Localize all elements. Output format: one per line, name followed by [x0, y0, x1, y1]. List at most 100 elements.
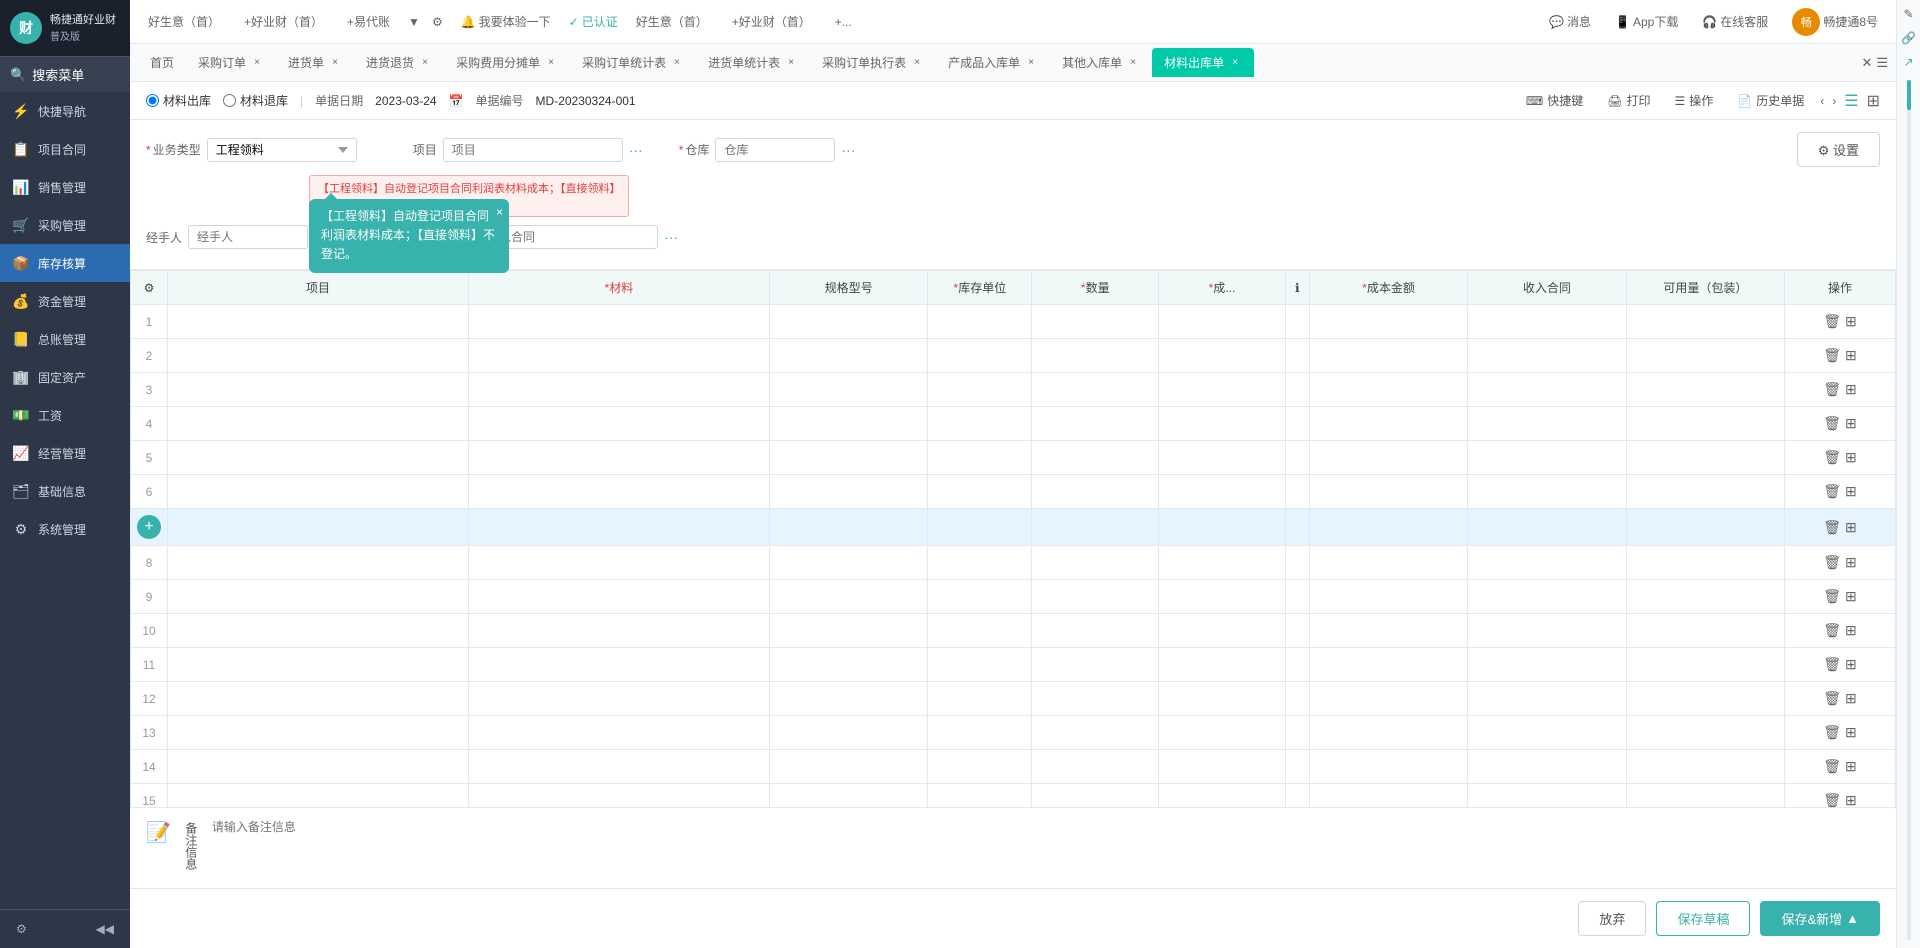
row-11-material[interactable]	[468, 648, 769, 682]
row-7-material[interactable]	[468, 509, 769, 546]
tab-close-all-btn[interactable]: ✕	[1861, 55, 1872, 71]
row-9-contract[interactable]	[1468, 580, 1626, 614]
save-new-dropdown-icon[interactable]: ▲	[1846, 911, 1859, 926]
row-6-material[interactable]	[468, 475, 769, 509]
row-12-spec[interactable]	[769, 682, 927, 716]
row-5-spec[interactable]	[769, 441, 927, 475]
row-13-avail[interactable]	[1626, 716, 1784, 750]
tab-purchase-expense[interactable]: 采购费用分摊单 ×	[444, 48, 570, 77]
row-13-cost-amt[interactable]	[1309, 716, 1467, 750]
topbar-app-download[interactable]: 📱 App下载	[1609, 9, 1684, 34]
warehouse-dots[interactable]: ···	[841, 142, 855, 158]
row-8-spec[interactable]	[769, 546, 927, 580]
row-10-spec[interactable]	[769, 614, 927, 648]
row-5-cost[interactable]	[1159, 441, 1286, 475]
row-10-avail[interactable]	[1626, 614, 1784, 648]
topbar-online-service[interactable]: 🎧 在线客服	[1696, 9, 1774, 34]
row-14-material[interactable]	[468, 750, 769, 784]
row-3-unit[interactable]	[928, 373, 1032, 407]
topbar-nav-4[interactable]: 好生意（首）	[630, 9, 714, 34]
row-6-spec[interactable]	[769, 475, 927, 509]
row-11-avail[interactable]	[1626, 648, 1784, 682]
row-14-cost-amt[interactable]	[1309, 750, 1467, 784]
row-15-cost[interactable]	[1159, 784, 1286, 808]
row-9-avail[interactable]	[1626, 580, 1784, 614]
notes-input[interactable]	[212, 818, 1880, 878]
row-4-delete-btn[interactable]: 🗑	[1823, 415, 1841, 432]
row-4-spec[interactable]	[769, 407, 927, 441]
row-8-avail[interactable]	[1626, 546, 1784, 580]
row-13-cost[interactable]	[1159, 716, 1286, 750]
row-7-cost[interactable]	[1159, 509, 1286, 546]
topbar-settings-icon[interactable]: ⚙	[432, 15, 443, 29]
row-11-contract[interactable]	[1468, 648, 1626, 682]
warehouse-input[interactable]	[715, 138, 835, 162]
row-15-qty[interactable]	[1032, 784, 1159, 808]
row-3-material[interactable]	[468, 373, 769, 407]
row-8-unit[interactable]	[928, 546, 1032, 580]
prev-record-btn[interactable]: ‹	[1820, 94, 1824, 108]
calendar-icon[interactable]: 📅	[449, 94, 464, 108]
tab-purchase-stats-close[interactable]: ×	[670, 56, 684, 70]
row-4-contract[interactable]	[1468, 407, 1626, 441]
project-dots[interactable]: ···	[629, 142, 643, 158]
tab-other-receipt-close[interactable]: ×	[1126, 56, 1140, 70]
row-1-cost[interactable]	[1159, 305, 1286, 339]
quick-key-btn[interactable]: ⌨ 快捷键	[1518, 88, 1591, 113]
row-11-delete-btn[interactable]: 🗑	[1823, 656, 1841, 673]
row-4-avail[interactable]	[1626, 407, 1784, 441]
row-3-cost[interactable]	[1159, 373, 1286, 407]
row-8-qty[interactable]	[1032, 546, 1159, 580]
row-14-project[interactable]	[168, 750, 469, 784]
tab-goods-return-close[interactable]: ×	[418, 56, 432, 70]
row-14-unit[interactable]	[928, 750, 1032, 784]
row-10-cost-amt[interactable]	[1309, 614, 1467, 648]
history-btn[interactable]: 📄 历史单据	[1729, 88, 1812, 113]
tab-goods-stats-close[interactable]: ×	[784, 56, 798, 70]
row-3-contract[interactable]	[1468, 373, 1626, 407]
row-6-contract[interactable]	[1468, 475, 1626, 509]
row-3-copy-btn[interactable]: ⊞	[1845, 381, 1857, 398]
row-7-cost-amt[interactable]	[1309, 509, 1467, 546]
sidebar-collapse-btn[interactable]: ◀◀	[88, 918, 122, 940]
row-13-qty[interactable]	[1032, 716, 1159, 750]
row-10-material[interactable]	[468, 614, 769, 648]
topbar-dropdown-icon[interactable]: ▼	[408, 15, 420, 29]
row-1-avail[interactable]	[1626, 305, 1784, 339]
row-2-avail[interactable]	[1626, 339, 1784, 373]
discard-btn[interactable]: 放弃	[1578, 901, 1646, 936]
row-6-delete-btn[interactable]: 🗑	[1823, 483, 1841, 500]
sidebar-settings-btn[interactable]: ⚙	[8, 918, 35, 940]
row-13-delete-btn[interactable]: 🗑	[1823, 724, 1841, 741]
row-3-avail[interactable]	[1626, 373, 1784, 407]
tooltip-close-btn[interactable]: ×	[496, 203, 503, 222]
row-5-unit[interactable]	[928, 441, 1032, 475]
row-1-cost-amt[interactable]	[1309, 305, 1467, 339]
tab-menu-btn[interactable]: ☰	[1876, 55, 1888, 71]
topbar-trial[interactable]: 🔔 我要体验一下	[455, 9, 557, 34]
row-3-project[interactable]	[168, 373, 469, 407]
tab-material-out[interactable]: 材料出库单 ×	[1152, 48, 1254, 77]
tab-home[interactable]: 首页	[138, 48, 186, 77]
row-7-contract[interactable]	[1468, 509, 1626, 546]
row-1-project[interactable]	[168, 305, 469, 339]
row-8-copy-btn[interactable]: ⊞	[1845, 554, 1857, 571]
row-14-copy-btn[interactable]: ⊞	[1845, 758, 1857, 775]
row-1-contract[interactable]	[1468, 305, 1626, 339]
sidebar-item-nav[interactable]: ⚡ 快捷导航	[0, 92, 130, 130]
tab-purchase-expense-close[interactable]: ×	[544, 56, 558, 70]
row-14-spec[interactable]	[769, 750, 927, 784]
row-5-material[interactable]	[468, 441, 769, 475]
row-11-spec[interactable]	[769, 648, 927, 682]
tab-goods-stats[interactable]: 进货单统计表 ×	[696, 48, 810, 77]
row-1-spec[interactable]	[769, 305, 927, 339]
add-row-btn[interactable]: +	[137, 515, 161, 539]
form-settings-btn[interactable]: ⚙ 设置	[1797, 132, 1880, 167]
row-10-cost[interactable]	[1159, 614, 1286, 648]
row-14-cost[interactable]	[1159, 750, 1286, 784]
row-15-cost-amt[interactable]	[1309, 784, 1467, 808]
agent-input[interactable]	[188, 225, 308, 249]
sidebar-item-finance[interactable]: 💰 资金管理	[0, 282, 130, 320]
row-11-copy-btn[interactable]: ⊞	[1845, 656, 1857, 673]
row-9-qty[interactable]	[1032, 580, 1159, 614]
